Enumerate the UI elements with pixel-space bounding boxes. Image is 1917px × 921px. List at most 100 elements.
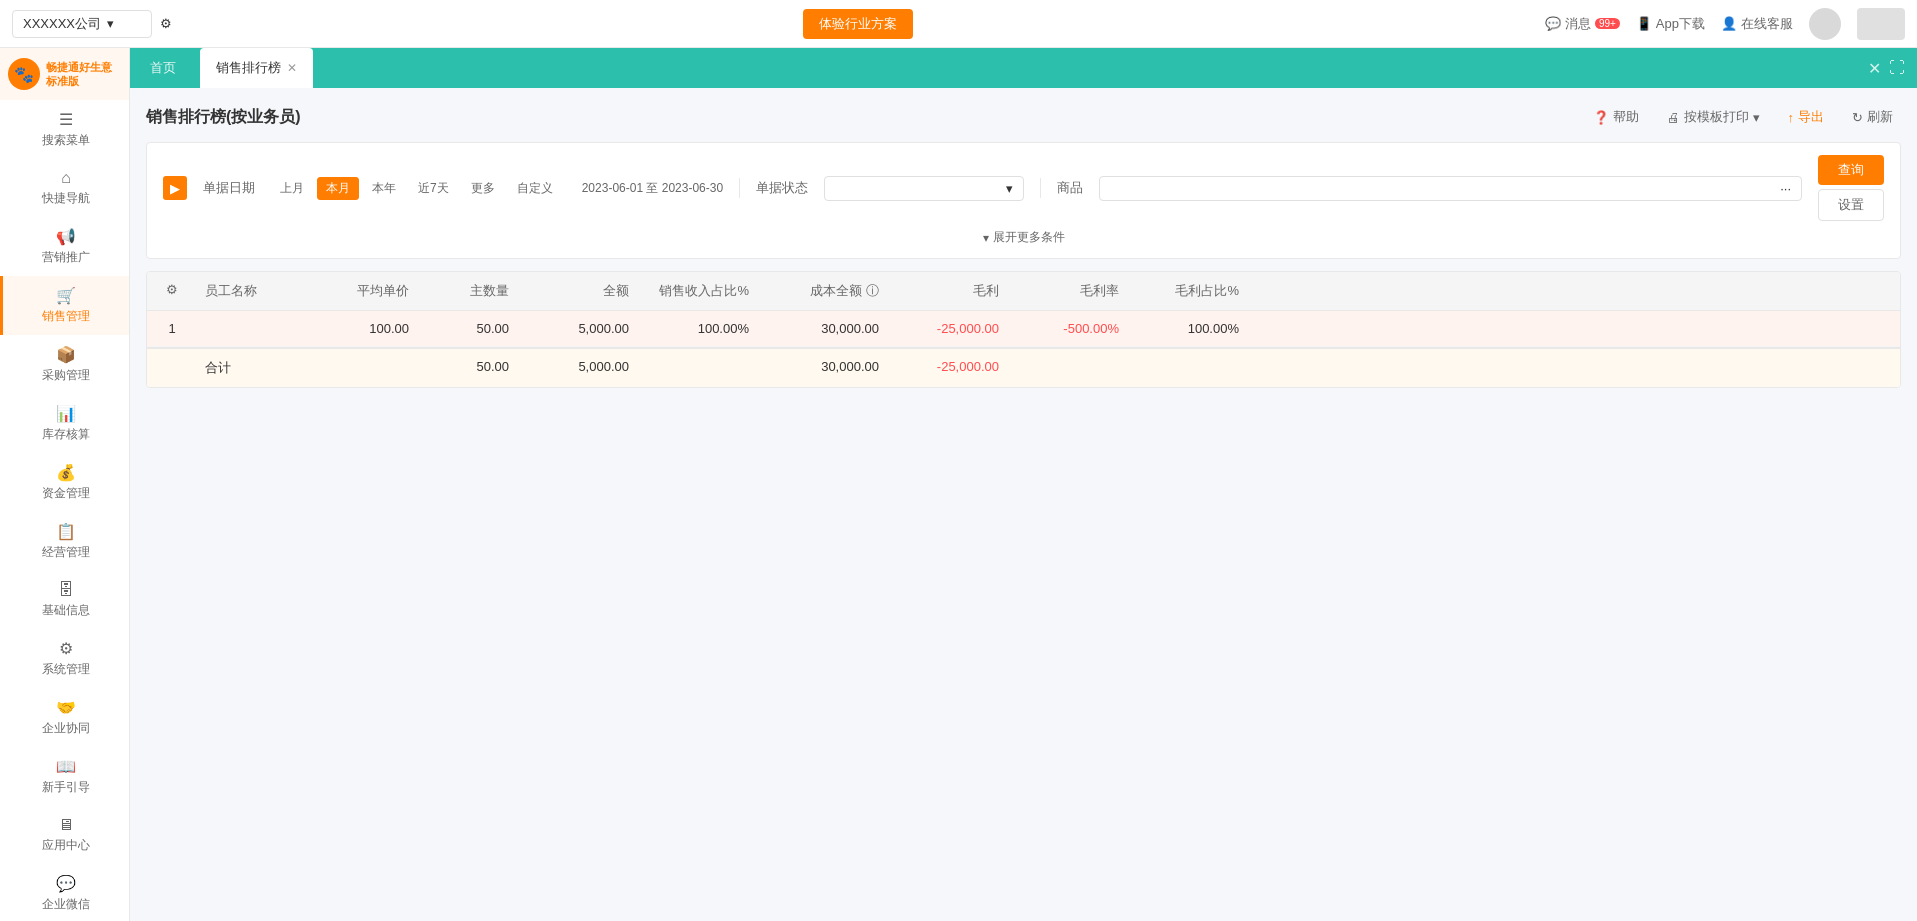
logo-text: 畅捷通好生意标准版 [46,60,112,89]
page-header: 销售排行榜(按业务员) ❓ 帮助 🖨 按模板打印 ▾ ↑ [146,104,1901,130]
avatar[interactable] [1809,8,1841,40]
minimize-icon[interactable]: ✕ [1868,59,1881,78]
sidebar-item-basic-info[interactable]: 🗄 基础信息 [0,571,129,629]
tfoot-total-label: 合计 [197,349,317,387]
company-name: XXXXXX公司 [23,15,101,33]
sidebar-item-label: 销售管理 [42,308,90,325]
td-cost: 30,000.00 [757,311,887,346]
fullscreen-icon[interactable]: ⛶ [1889,59,1905,77]
goods-search-input[interactable] [1110,181,1776,196]
app-download-group[interactable]: 📱 App下载 [1636,15,1705,33]
date-tab-this-month[interactable]: 本月 [317,177,359,200]
date-tab-last-month[interactable]: 上月 [271,177,313,200]
th-gross: 毛利 [887,272,1007,310]
sidebar-item-finance[interactable]: 💰 资金管理 [0,453,129,512]
sidebar-item-label: 快捷导航 [42,190,90,207]
td-avg-price: 100.00 [317,311,417,346]
tab-home[interactable]: 首页 [130,48,196,88]
goods-filter-label: 商品 [1057,179,1083,197]
date-tab-more[interactable]: 更多 [462,177,504,200]
set-button[interactable]: 设置 [1818,189,1884,221]
sidebar-item-appstore[interactable]: 🖥 应用中心 [0,806,129,864]
print-button[interactable]: 🖨 按模板打印 ▾ [1659,104,1768,130]
main-content: 销售排行榜(按业务员) ❓ 帮助 🖨 按模板打印 ▾ ↑ [130,88,1917,921]
username-display [1857,8,1905,40]
filter-expand-arrow[interactable]: ▶ [163,176,187,200]
sidebar-item-enterprise[interactable]: 🤝 企业协同 [0,688,129,747]
table-row[interactable]: 1 100.00 50.00 5,000.00 100.00% 30,000.0… [147,311,1900,347]
message-group[interactable]: 💬 消息 99+ [1545,15,1620,33]
sidebar-item-label: 企业协同 [42,720,90,737]
guide-icon: 📖 [56,757,76,776]
sidebar-item-label: 营销推广 [42,249,90,266]
td-rank: 1 [147,311,197,346]
inventory-icon: 📊 [56,404,76,423]
message-label: 消息 [1565,15,1591,33]
sidebar-item-guide[interactable]: 📖 新手引导 [0,747,129,806]
tab-close-icon[interactable]: ✕ [287,61,297,75]
expand-label: 展开更多条件 [993,229,1065,246]
th-amount: 全额 [517,272,637,310]
td-gross-rate: -500.00% [1007,311,1127,346]
sidebar-item-label: 资金管理 [42,485,90,502]
date-tab-this-year[interactable]: 本年 [363,177,405,200]
goods-input[interactable]: ··· [1099,176,1802,201]
filter-expand-row: ▾ 展开更多条件 [163,229,1884,246]
filter-divider-1 [739,178,740,198]
appstore-icon: 🖥 [58,816,74,834]
td-gross: -25,000.00 [887,311,1007,346]
page-title: 销售排行榜(按业务员) [146,107,301,128]
date-tabs: 上月 本月 本年 近7天 更多 自定义 [271,177,562,200]
sidebar: 🐾 畅捷通好生意标准版 ☰ 搜索菜单 ⌂ 快捷导航 📢 营销推广 🛒 销售管理 … [0,48,130,921]
export-button[interactable]: ↑ 导出 [1780,104,1833,130]
date-range: 2023-06-01 至 2023-06-30 [582,180,723,197]
expand-more-button[interactable]: ▾ 展开更多条件 [983,229,1065,246]
sidebar-item-label: 搜索菜单 [42,132,90,149]
enterprise-icon: 🤝 [56,698,76,717]
tfoot-gross-rate [1007,349,1127,387]
tfoot-gross: -25,000.00 [887,349,1007,387]
sidebar-item-label: 企业微信 [42,896,90,913]
th-cost: 成本全额 ⓘ [757,272,887,310]
sidebar-item-wechat[interactable]: 💬 企业微信 [0,864,129,921]
date-tab-custom[interactable]: 自定义 [508,177,562,200]
tab-sales-ranking[interactable]: 销售排行榜 ✕ [200,48,313,88]
print-dropdown-icon: ▾ [1753,110,1760,125]
tfoot-gross-ratio [1127,349,1247,387]
sidebar-item-operations[interactable]: 📋 经营管理 [0,512,129,571]
sidebar-item-sales[interactable]: 🛒 销售管理 [0,276,129,335]
th-gross-ratio: 毛利占比% [1127,272,1247,310]
query-button[interactable]: 查询 [1818,155,1884,185]
sidebar-item-marketing[interactable]: 📢 营销推广 [0,217,129,276]
td-name [197,311,317,346]
sidebar-item-label: 新手引导 [42,779,90,796]
print-icon: 🖨 [1667,110,1680,125]
query-actions: 查询 设置 [1818,155,1884,221]
sidebar-item-quick-nav[interactable]: ⌂ 快捷导航 [0,159,129,217]
message-badge: 99+ [1595,18,1620,29]
wechat-icon: 💬 [56,874,76,893]
sidebar-item-search[interactable]: ☰ 搜索菜单 [0,100,129,159]
sidebar-item-inventory[interactable]: 📊 库存核算 [0,394,129,453]
filter-row-main: ▶ 单据日期 上月 本月 本年 近7天 更多 自定义 2023-06-01 至 … [163,155,1884,221]
sidebar-item-label: 经营管理 [42,544,90,561]
online-service-group[interactable]: 👤 在线客服 [1721,15,1793,33]
status-filter-label: 单据状态 [756,179,808,197]
td-gross-ratio: 100.00% [1127,311,1247,346]
status-select[interactable]: ▾ [824,176,1024,201]
date-filter-label: 单据日期 [203,179,255,197]
top-bar: XXXXXX公司 ▾ ⚙ 体验行业方案 💬 消息 99+ 📱 App下载 👤 在… [0,0,1917,48]
help-button[interactable]: ❓ 帮助 [1585,104,1647,130]
company-selector[interactable]: XXXXXX公司 ▾ [12,10,152,38]
purchase-icon: 📦 [56,345,76,364]
date-tab-7days[interactable]: 近7天 [409,177,458,200]
trial-button[interactable]: 体验行业方案 [803,9,913,39]
th-sales-ratio: 销售收入占比% [637,272,757,310]
sidebar-item-purchase[interactable]: 📦 采购管理 [0,335,129,394]
goods-more-icon: ··· [1780,181,1791,196]
sidebar-item-label: 系统管理 [42,661,90,678]
settings-icon[interactable]: ⚙ [160,16,172,31]
content-area: 首页 销售排行榜 ✕ ✕ ⛶ 销售排行榜(按业务员) ❓ [130,48,1917,921]
refresh-button[interactable]: ↻ 刷新 [1844,104,1901,130]
sidebar-item-system[interactable]: ⚙ 系统管理 [0,629,129,688]
